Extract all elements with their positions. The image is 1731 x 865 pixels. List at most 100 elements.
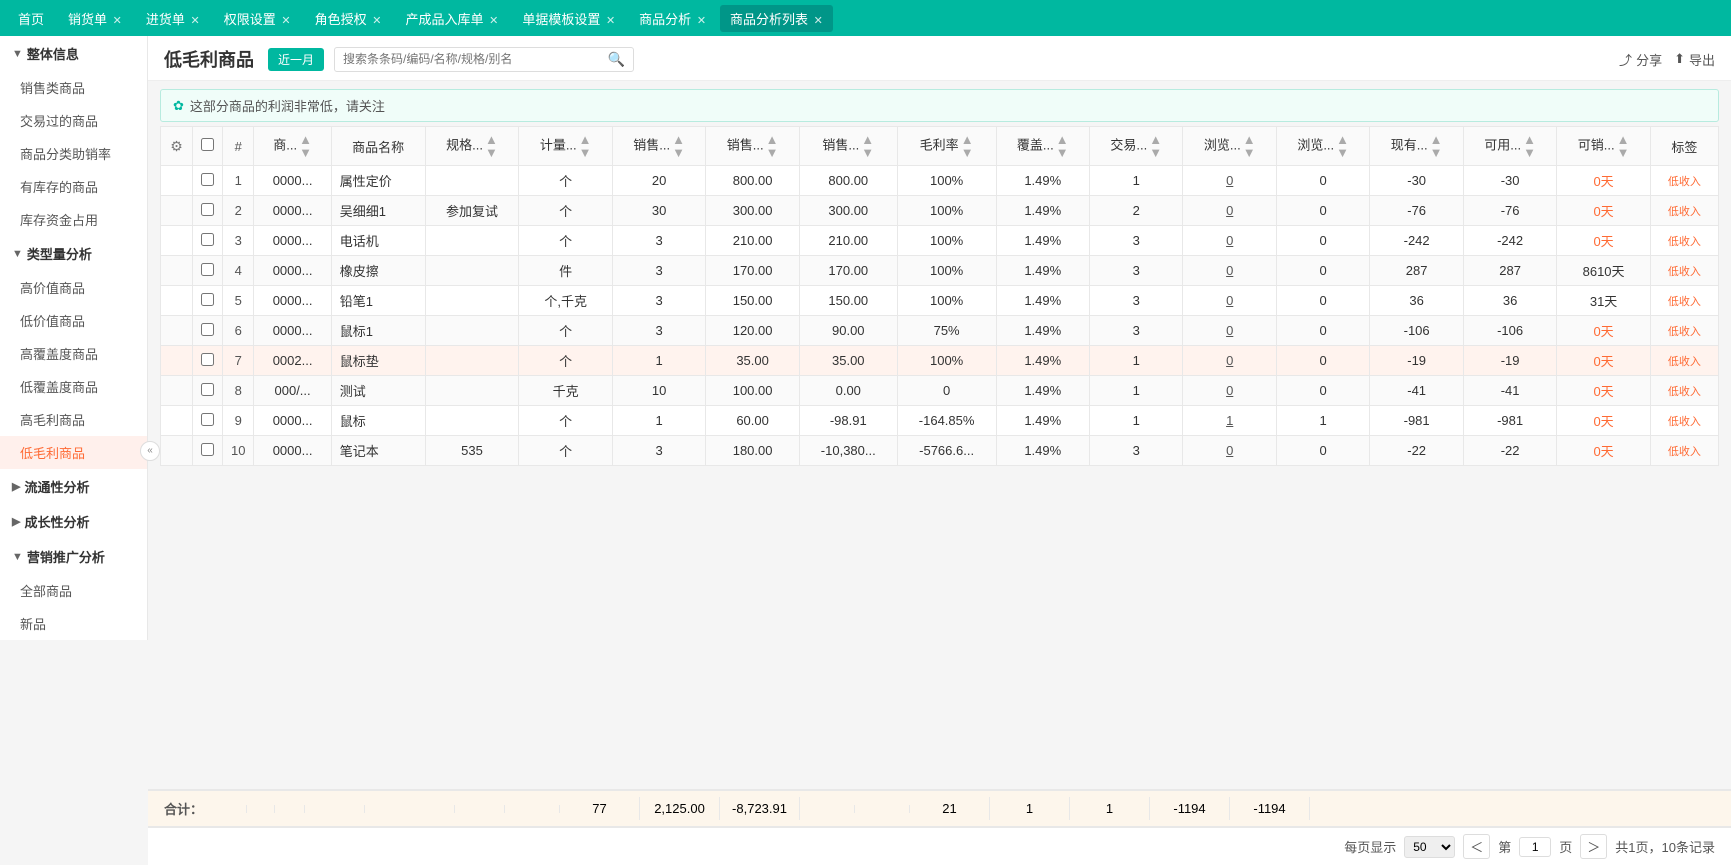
date-filter-btn[interactable]: 近一月 bbox=[268, 48, 324, 71]
sidebar-item-traded-products[interactable]: 交易过的商品 bbox=[0, 104, 147, 137]
sidebar-item-stock-products[interactable]: 有库存的商品 bbox=[0, 170, 147, 203]
row-checkbox[interactable] bbox=[201, 323, 214, 336]
row-checkbox[interactable] bbox=[201, 353, 214, 366]
table-container[interactable]: ⚙ # 商...▲▼ 商品名称 规格...▲▼ 计量...▲▼ 销售...▲▼ … bbox=[160, 126, 1719, 789]
row-checkbox[interactable] bbox=[201, 233, 214, 246]
cell-browse1[interactable]: 0 bbox=[1183, 316, 1276, 346]
sidebar-item-low-value[interactable]: 低价值商品 bbox=[0, 304, 147, 337]
row-checkbox[interactable] bbox=[201, 293, 214, 306]
sidebar-collapse-btn[interactable]: « bbox=[140, 441, 160, 461]
nav-template[interactable]: 单据模板设置 ✕ bbox=[512, 5, 625, 32]
cell-browse1[interactable]: 0 bbox=[1183, 256, 1276, 286]
nav-product-analysis-list[interactable]: 商品分析列表 ✕ bbox=[720, 5, 833, 32]
cell-checkbox[interactable] bbox=[193, 196, 223, 226]
sidebar-item-low-coverage[interactable]: 低覆盖度商品 bbox=[0, 370, 147, 403]
nav-close-product-analysis-list[interactable]: ✕ bbox=[814, 15, 823, 27]
cell-checkbox[interactable] bbox=[193, 286, 223, 316]
sidebar-item-high-coverage[interactable]: 高覆盖度商品 bbox=[0, 337, 147, 370]
sidebar-item-all-products[interactable]: 全部商品 bbox=[0, 574, 147, 607]
row-checkbox[interactable] bbox=[201, 173, 214, 186]
nav-product-analysis[interactable]: 商品分析 ✕ bbox=[629, 5, 716, 32]
page-size-select[interactable]: 50 100 200 bbox=[1404, 836, 1455, 858]
prev-page-btn[interactable]: ＜ bbox=[1463, 834, 1490, 859]
sidebar-group-liquidity[interactable]: ▶ 流通性分析 bbox=[0, 469, 147, 504]
cell-sale-qty: 10 bbox=[612, 376, 705, 406]
col-available[interactable]: 可用...▲▼ bbox=[1463, 127, 1556, 166]
nav-close-sales[interactable]: ✕ bbox=[113, 15, 122, 27]
cell-browse1[interactable]: 0 bbox=[1183, 286, 1276, 316]
nav-purchase[interactable]: 进货单 ✕ bbox=[136, 5, 210, 32]
col-current[interactable]: 现有...▲▼ bbox=[1370, 127, 1463, 166]
search-input[interactable] bbox=[343, 52, 608, 66]
cell-browse1[interactable]: 0 bbox=[1183, 196, 1276, 226]
nav-permission[interactable]: 权限设置 ✕ bbox=[214, 5, 301, 32]
cell-browse1[interactable]: 0 bbox=[1183, 166, 1276, 196]
nav-close-permission[interactable]: ✕ bbox=[281, 15, 290, 27]
share-btn[interactable]: ⤴ 分享 bbox=[1619, 50, 1662, 69]
cell-browse1[interactable]: 0 bbox=[1183, 226, 1276, 256]
nav-close-template[interactable]: ✕ bbox=[606, 15, 615, 27]
col-browse2[interactable]: 浏览...▲▼ bbox=[1276, 127, 1369, 166]
cell-checkbox[interactable] bbox=[193, 316, 223, 346]
sidebar-item-sales-products[interactable]: 销售类商品 bbox=[0, 71, 147, 104]
col-code[interactable]: 商...▲▼ bbox=[254, 127, 331, 166]
settings-icon[interactable]: ⚙ bbox=[170, 138, 183, 154]
sidebar-item-high-value[interactable]: 高价值商品 bbox=[0, 271, 147, 304]
col-gross-rate[interactable]: 毛利率▲▼ bbox=[897, 127, 996, 166]
share-label: 分享 bbox=[1636, 50, 1662, 69]
nav-close-purchase[interactable]: ✕ bbox=[191, 15, 200, 27]
sidebar-group-marketing[interactable]: ▼ 营销推广分析 bbox=[0, 539, 147, 574]
col-settings[interactable]: ⚙ bbox=[161, 127, 193, 166]
select-all-checkbox[interactable] bbox=[201, 138, 214, 151]
sidebar-item-new-products[interactable]: 新品 bbox=[0, 607, 147, 640]
col-saleable[interactable]: 可销...▲▼ bbox=[1557, 127, 1650, 166]
nav-close-product-analysis[interactable]: ✕ bbox=[697, 15, 706, 27]
nav-role[interactable]: 角色授权 ✕ bbox=[305, 5, 392, 32]
search-icon[interactable]: 🔍 bbox=[608, 51, 625, 68]
cell-browse1[interactable]: 1 bbox=[1183, 406, 1276, 436]
col-unit[interactable]: 计量...▲▼ bbox=[519, 127, 612, 166]
nav-home[interactable]: 首页 bbox=[8, 5, 54, 32]
cell-browse1[interactable]: 0 bbox=[1183, 376, 1276, 406]
cell-spec: 参加复试 bbox=[425, 196, 519, 226]
nav-product-entry[interactable]: 产成品入库单 ✕ bbox=[395, 5, 508, 32]
cell-checkbox[interactable] bbox=[193, 166, 223, 196]
row-checkbox[interactable] bbox=[201, 443, 214, 456]
sidebar-group-type-analysis[interactable]: ▼ 类型量分析 bbox=[0, 236, 147, 271]
sidebar-item-high-margin[interactable]: 高毛利商品 bbox=[0, 403, 147, 436]
page-number-input[interactable] bbox=[1519, 837, 1551, 857]
col-cover-rate[interactable]: 覆盖...▲▼ bbox=[996, 127, 1089, 166]
sidebar-group-growth[interactable]: ▶ 成长性分析 bbox=[0, 504, 147, 539]
col-trade-count[interactable]: 交易...▲▼ bbox=[1090, 127, 1183, 166]
sidebar-item-capital[interactable]: 库存资金占用 bbox=[0, 203, 147, 236]
cell-checkbox[interactable] bbox=[193, 406, 223, 436]
cell-checkbox[interactable] bbox=[193, 226, 223, 256]
cell-browse1[interactable]: 0 bbox=[1183, 346, 1276, 376]
nav-close-role[interactable]: ✕ bbox=[372, 15, 381, 27]
col-browse1[interactable]: 浏览...▲▼ bbox=[1183, 127, 1276, 166]
cell-checkbox[interactable] bbox=[193, 436, 223, 466]
cell-checkbox[interactable] bbox=[193, 376, 223, 406]
sidebar-group-overview[interactable]: ▼ 整体信息 bbox=[0, 36, 147, 71]
row-checkbox[interactable] bbox=[201, 263, 214, 276]
col-sale-price[interactable]: 销售...▲▼ bbox=[706, 127, 799, 166]
cell-browse1[interactable]: 0 bbox=[1183, 436, 1276, 466]
cell-checkbox[interactable] bbox=[193, 256, 223, 286]
col-checkbox[interactable] bbox=[193, 127, 223, 166]
col-tag[interactable]: 标签 bbox=[1650, 127, 1718, 166]
row-checkbox[interactable] bbox=[201, 413, 214, 426]
col-sale-amount[interactable]: 销售...▲▼ bbox=[799, 127, 897, 166]
cell-checkbox[interactable] bbox=[193, 346, 223, 376]
sidebar-item-category-rate[interactable]: 商品分类助销率 bbox=[0, 137, 147, 170]
row-checkbox[interactable] bbox=[201, 203, 214, 216]
next-page-btn[interactable]: ＞ bbox=[1580, 834, 1607, 859]
nav-close-product-entry[interactable]: ✕ bbox=[489, 15, 498, 27]
nav-sales[interactable]: 销货单 ✕ bbox=[58, 5, 132, 32]
row-checkbox[interactable] bbox=[201, 383, 214, 396]
col-spec[interactable]: 规格...▲▼ bbox=[425, 127, 519, 166]
cell-gross-rate: 100% bbox=[897, 226, 996, 256]
export-btn[interactable]: ⬆ 导出 bbox=[1674, 50, 1715, 69]
col-name[interactable]: 商品名称 bbox=[331, 127, 425, 166]
sidebar-item-low-margin[interactable]: 低毛利商品 bbox=[0, 436, 147, 469]
col-sale-qty[interactable]: 销售...▲▼ bbox=[612, 127, 705, 166]
